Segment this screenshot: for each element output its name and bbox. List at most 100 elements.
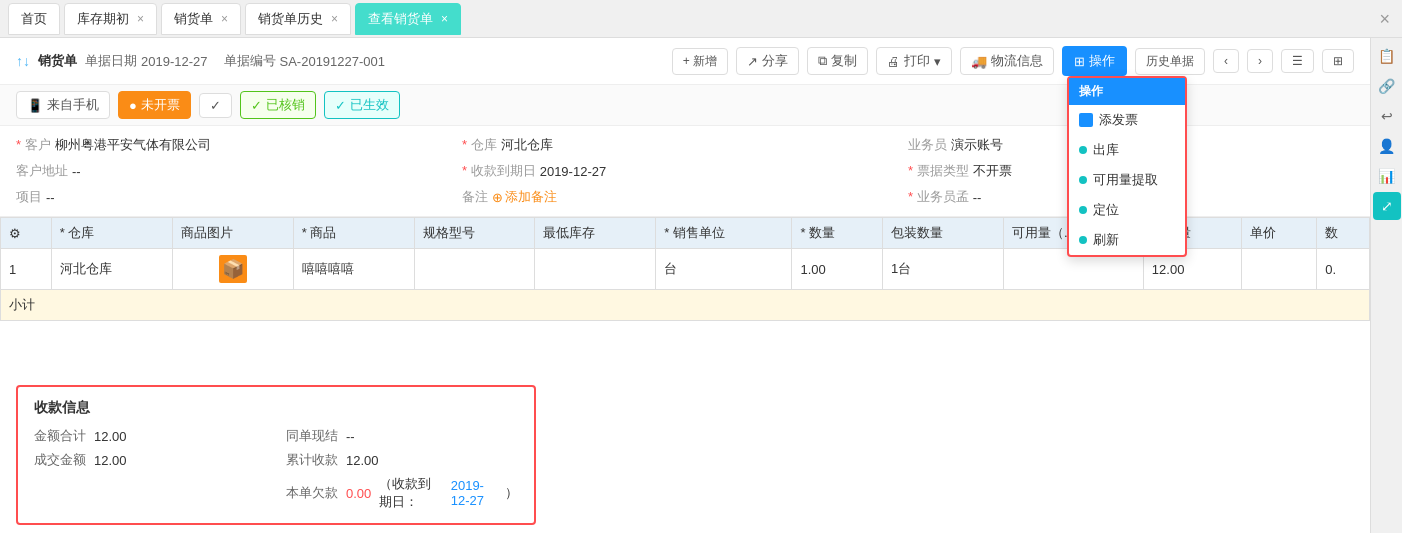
new-button[interactable]: + 新增 — [672, 48, 728, 75]
tab-sales-history[interactable]: 销货单历史 × — [245, 3, 351, 35]
customer-label: 客户 — [16, 136, 51, 154]
sidebar-icon-expand[interactable]: ⤢ — [1373, 192, 1401, 220]
check-button[interactable]: ✓ — [199, 93, 232, 118]
dropdown-item-invoice[interactable]: 添发票 — [1069, 105, 1185, 135]
transaction-row: 成交金额 12.00 — [34, 451, 266, 469]
dropdown-arrow-icon: ▾ — [934, 54, 941, 69]
tab-view-sales[interactable]: 查看销货单 × — [355, 3, 461, 35]
same-order-label: 同单现结 — [286, 427, 338, 445]
col-extra: 数 — [1317, 218, 1370, 249]
payment-grid: 金额合计 12.00 同单现结 -- 成交金额 12.00 累计收款 12.00 — [34, 427, 518, 511]
address-label: 客户地址 — [16, 162, 68, 180]
dropdown-item-locate[interactable]: 定位 — [1069, 195, 1185, 225]
view-list-button[interactable]: ☰ — [1281, 49, 1314, 73]
history-button[interactable]: 历史单据 — [1135, 48, 1205, 75]
cumulative-row: 累计收款 12.00 — [286, 451, 518, 469]
document-header: ↑↓ 销货单 单据日期 2019-12-27 单据编号 SA-20191227-… — [0, 38, 1370, 85]
ticket-type-label: 票据类型 — [908, 162, 969, 180]
printer-icon: 🖨 — [887, 54, 900, 69]
logistics-button[interactable]: 🚚 物流信息 — [960, 47, 1054, 75]
invoice-icon — [1079, 113, 1093, 127]
right-sidebar: 📋 🔗 ↩ 👤 📊 ⤢ — [1370, 38, 1402, 533]
doc-type-icon: ↑↓ — [16, 53, 30, 69]
tab-close-view[interactable]: × — [441, 12, 448, 26]
status-sold: ✓ 已核销 — [240, 91, 316, 119]
grid-icon: ⊞ — [1074, 54, 1085, 69]
total-label: 金额合计 — [34, 427, 86, 445]
nav-prev-button[interactable]: ‹ — [1213, 49, 1239, 73]
doc-date-label: 单据日期 2019-12-27 — [85, 52, 208, 70]
empty-cell — [34, 475, 266, 511]
tab-close-history[interactable]: × — [331, 12, 338, 26]
ticket-type-value: 不开票 — [973, 162, 1012, 180]
note-label: 备注 — [462, 188, 488, 206]
address-value: -- — [72, 164, 81, 179]
cell-qty: 1.00 — [792, 249, 883, 290]
subtotal-cell: 小计 — [1, 290, 1370, 321]
sidebar-icon-link[interactable]: 🔗 — [1373, 72, 1401, 100]
sidebar-icon-reply[interactable]: ↩ — [1373, 102, 1401, 130]
warehouse-label: 仓库 — [462, 136, 497, 154]
refresh-dot — [1079, 236, 1087, 244]
not-open-button[interactable]: ● 未开票 — [118, 91, 191, 119]
tab-close-inventory[interactable]: × — [137, 12, 144, 26]
customer-value: 柳州粤港平安气体有限公司 — [55, 136, 211, 154]
due-prefix: （收款到期日： — [379, 475, 442, 511]
project-value: -- — [46, 190, 55, 205]
add-note-button[interactable]: ⊕ 添加备注 — [492, 188, 557, 206]
tab-inventory-init[interactable]: 库存期初 × — [64, 3, 157, 35]
due-date-value: 2019-12-27 — [451, 478, 497, 508]
sidebar-icon-user[interactable]: 👤 — [1373, 132, 1401, 160]
nav-next-button[interactable]: › — [1247, 49, 1273, 73]
cell-warehouse: 河北仓库 — [51, 249, 172, 290]
same-order-value: -- — [346, 429, 355, 444]
project-label: 项目 — [16, 188, 42, 206]
warehouse-value: 河北仓库 — [501, 136, 553, 154]
col-spec: 规格型号 — [414, 218, 535, 249]
operations-button[interactable]: ⊞ 操作 — [1062, 46, 1127, 76]
print-button-wrapper: 🖨 打印 ▾ — [876, 47, 952, 75]
cell-pack-qty: 1台 — [883, 249, 1004, 290]
copy-icon: ⧉ — [818, 53, 827, 69]
locate-dot — [1079, 206, 1087, 214]
product-thumbnail: 📦 — [219, 255, 247, 283]
same-order-row: 同单现结 -- — [286, 427, 518, 445]
dropdown-item-outbound[interactable]: 出库 — [1069, 135, 1185, 165]
dropdown-item-refresh[interactable]: 刷新 — [1069, 225, 1185, 255]
status-effect: ✓ 已生效 — [324, 91, 400, 119]
dropdown-item-available[interactable]: 可用量提取 — [1069, 165, 1185, 195]
tab-home[interactable]: 首页 — [8, 3, 60, 35]
copy-button[interactable]: ⧉ 复制 — [807, 47, 868, 75]
due-date-value: 2019-12-27 — [540, 164, 607, 179]
window-close-button[interactable]: × — [1379, 8, 1390, 29]
tab-bar: 首页 库存期初 × 销货单 × 销货单历史 × 查看销货单 × × — [0, 0, 1402, 38]
tab-sales-order[interactable]: 销货单 × — [161, 3, 241, 35]
sidebar-icon-chart[interactable]: 📊 — [1373, 162, 1401, 190]
cumulative-value: 12.00 — [346, 453, 379, 468]
col-image: 商品图片 — [172, 218, 293, 249]
transaction-label: 成交金额 — [34, 451, 86, 469]
dropdown-header: 操作 — [1069, 78, 1185, 105]
cell-min-stock — [535, 249, 656, 290]
due-date-label: 收款到期日 — [462, 162, 536, 180]
total-value: 12.00 — [94, 429, 127, 444]
cell-image: 📦 — [172, 249, 293, 290]
sidebar-icon-doc[interactable]: 📋 — [1373, 42, 1401, 70]
from-phone-button[interactable]: 📱 来自手机 — [16, 91, 110, 119]
total-row: 金额合计 12.00 — [34, 427, 266, 445]
doc-meta: 单据日期 2019-12-27 单据编号 SA-20191227-001 — [85, 52, 385, 70]
check-circle-icon: ✓ — [251, 98, 262, 113]
share-button[interactable]: ↗ 分享 — [736, 47, 799, 75]
col-product: * 商品 — [293, 218, 414, 249]
cell-product: 嘻嘻嘻嘻 — [293, 249, 414, 290]
tab-close-sales[interactable]: × — [221, 12, 228, 26]
salesperson-value: -- — [973, 190, 982, 205]
operator-value: 演示账号 — [951, 136, 1003, 154]
due-date-field: 收款到期日 2019-12-27 — [462, 162, 908, 180]
view-grid-button[interactable]: ⊞ — [1322, 49, 1354, 73]
available-dot — [1079, 176, 1087, 184]
main-content: ↑↓ 销货单 单据日期 2019-12-27 单据编号 SA-20191227-… — [0, 38, 1370, 533]
document-actions: + 新增 ↗ 分享 ⧉ 复制 🖨 打印 ▾ 🚚 — [672, 46, 1354, 76]
print-button[interactable]: 🖨 打印 ▾ — [876, 47, 952, 75]
col-unit: * 销售单位 — [656, 218, 792, 249]
